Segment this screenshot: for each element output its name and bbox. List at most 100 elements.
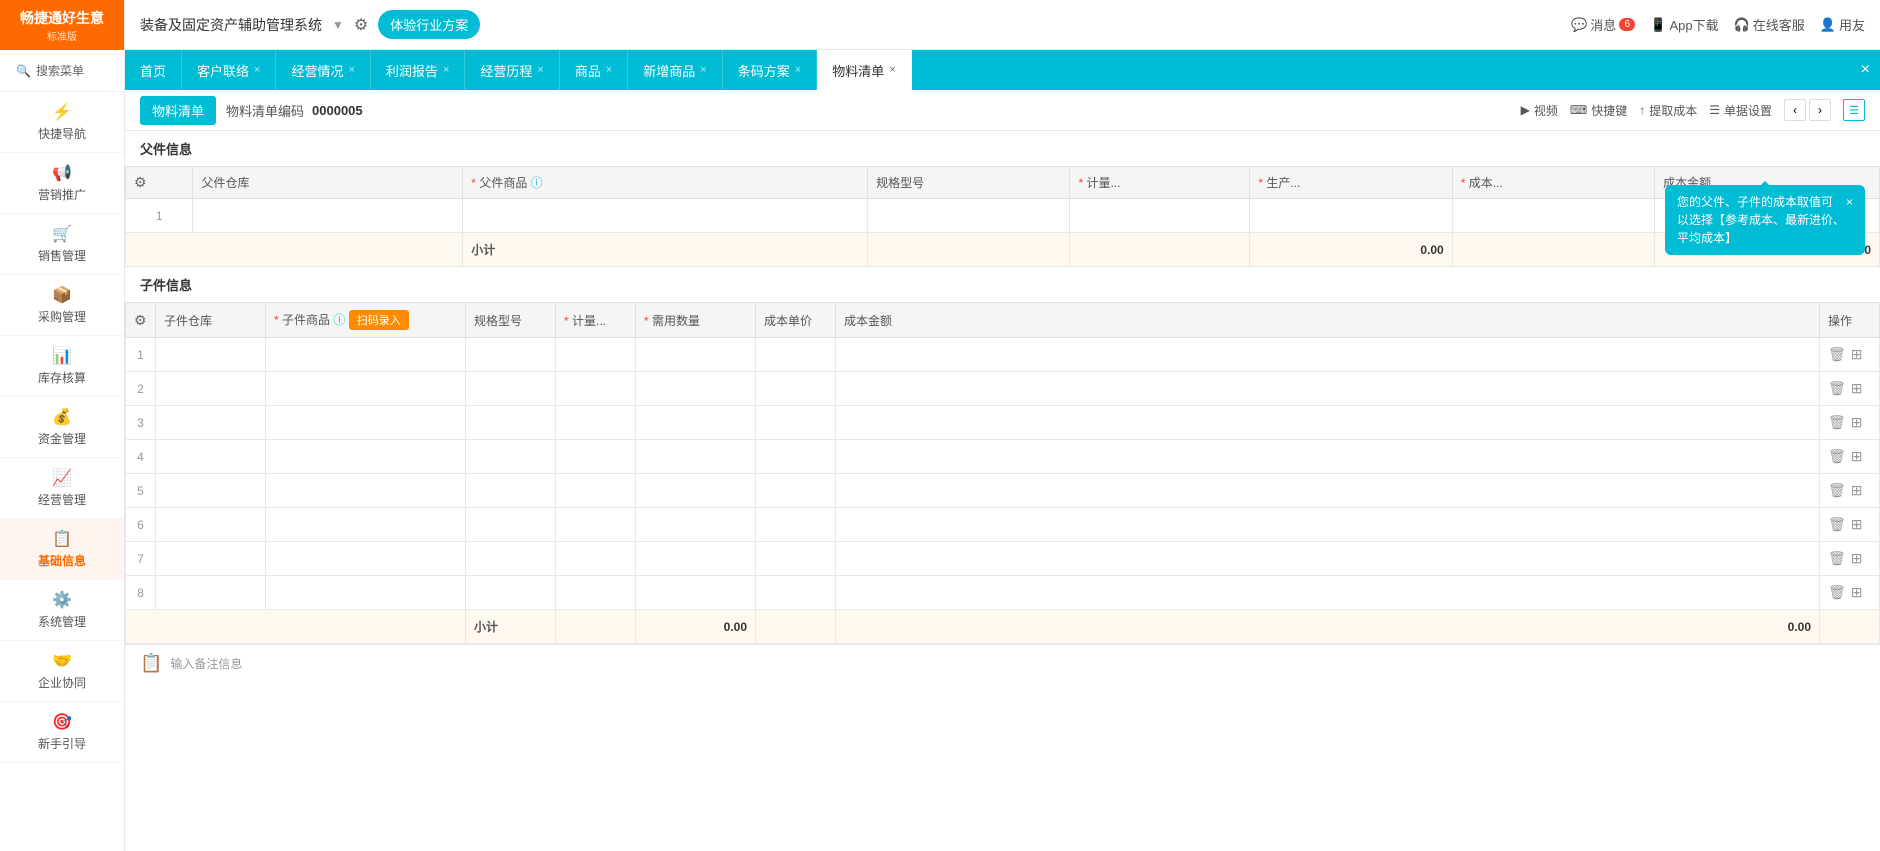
app-download-button[interactable]: 📱 App下载: [1650, 15, 1718, 34]
settings-gear-icon[interactable]: ⚙: [354, 15, 368, 35]
child-qty-cell[interactable]: [636, 542, 756, 576]
parent-production-cell[interactable]: [1250, 199, 1452, 233]
child-warehouse-cell[interactable]: [156, 372, 266, 406]
close-tab-icon[interactable]: ×: [254, 64, 260, 76]
delete-row-icon[interactable]: 🗑: [1828, 550, 1846, 567]
child-measure-cell[interactable]: [556, 576, 636, 610]
copy-row-icon[interactable]: ⊞: [1851, 414, 1863, 431]
child-unitcost-cell[interactable]: [756, 372, 836, 406]
sidebar-item-guide[interactable]: 🎯 新手引导: [0, 702, 124, 763]
grid-view-button[interactable]: ☰: [1843, 99, 1865, 121]
child-product-cell[interactable]: [266, 474, 466, 508]
tab-profit-report[interactable]: 利润报告 ×: [371, 50, 465, 90]
child-measure-cell[interactable]: [556, 406, 636, 440]
sidebar-item-basic[interactable]: 📋 基础信息: [0, 519, 124, 580]
parent-measure-cell[interactable]: [1070, 199, 1250, 233]
child-product-cell[interactable]: [266, 576, 466, 610]
child-product-cell[interactable]: [266, 372, 466, 406]
child-unitcost-cell[interactable]: [756, 406, 836, 440]
copy-row-icon[interactable]: ⊞: [1851, 482, 1863, 499]
copy-row-icon[interactable]: ⊞: [1851, 346, 1863, 363]
child-qty-cell[interactable]: [636, 406, 756, 440]
child-warehouse-cell[interactable]: [156, 576, 266, 610]
child-unitcost-cell[interactable]: [756, 576, 836, 610]
close-tab-icon[interactable]: ×: [537, 64, 543, 76]
tab-barcode-plan[interactable]: 条码方案 ×: [723, 50, 817, 90]
close-tab-icon[interactable]: ×: [443, 64, 449, 76]
child-warehouse-cell[interactable]: [156, 440, 266, 474]
child-unitcost-cell[interactable]: [756, 338, 836, 372]
child-spec-cell[interactable]: [466, 542, 556, 576]
sidebar-item-cooperation[interactable]: 🤝 企业协同: [0, 641, 124, 702]
tab-new-products[interactable]: 新增商品 ×: [628, 50, 722, 90]
child-qty-cell[interactable]: [636, 440, 756, 474]
sidebar-item-purchase[interactable]: 📦 采购管理: [0, 275, 124, 336]
child-unitcost-cell[interactable]: [756, 508, 836, 542]
child-product-cell[interactable]: [266, 508, 466, 542]
child-measure-cell[interactable]: [556, 372, 636, 406]
child-qty-cell[interactable]: [636, 576, 756, 610]
child-spec-cell[interactable]: [466, 474, 556, 508]
child-product-cell[interactable]: [266, 440, 466, 474]
tab-customer[interactable]: 客户联络 ×: [182, 50, 276, 90]
delete-row-icon[interactable]: 🗑: [1828, 516, 1846, 533]
scan-input-button[interactable]: 扫码录入: [349, 310, 409, 330]
child-measure-cell[interactable]: [556, 542, 636, 576]
child-qty-cell[interactable]: [636, 508, 756, 542]
child-spec-cell[interactable]: [466, 372, 556, 406]
child-spec-cell[interactable]: [466, 338, 556, 372]
sidebar-item-system[interactable]: ⚙️ 系统管理: [0, 580, 124, 641]
delete-row-icon[interactable]: 🗑: [1828, 414, 1846, 431]
close-tab-icon[interactable]: ×: [606, 64, 612, 76]
child-warehouse-cell[interactable]: [156, 474, 266, 508]
message-button[interactable]: 💬 消息 6: [1571, 15, 1635, 34]
user-avatar[interactable]: 👤 用友: [1820, 15, 1865, 34]
close-tab-icon[interactable]: ×: [795, 64, 801, 76]
child-product-cell[interactable]: [266, 406, 466, 440]
sidebar-item-finance[interactable]: 💰 资金管理: [0, 397, 124, 458]
next-page-button[interactable]: ›: [1809, 99, 1831, 121]
trial-button[interactable]: 体验行业方案: [378, 10, 480, 39]
sidebar-item-marketing[interactable]: 📢 营销推广: [0, 153, 124, 214]
child-spec-cell[interactable]: [466, 576, 556, 610]
child-measure-cell[interactable]: [556, 474, 636, 508]
single-settings-button[interactable]: ☰ 单据设置: [1709, 102, 1772, 119]
child-measure-cell[interactable]: [556, 508, 636, 542]
child-qty-cell[interactable]: [636, 474, 756, 508]
delete-row-icon[interactable]: 🗑: [1828, 380, 1846, 397]
bottom-icon[interactable]: 📋: [140, 653, 162, 674]
copy-row-icon[interactable]: ⊞: [1851, 448, 1863, 465]
sidebar-item-inventory[interactable]: 📊 库存核算: [0, 336, 124, 397]
tab-operation-history[interactable]: 经营历程 ×: [465, 50, 559, 90]
child-product-cell[interactable]: [266, 338, 466, 372]
shortcut-button[interactable]: ⌨ 快捷键: [1570, 102, 1627, 119]
online-service-button[interactable]: 🎧 在线客服: [1734, 15, 1805, 34]
tab-products[interactable]: 商品 ×: [560, 50, 628, 90]
prev-page-button[interactable]: ‹: [1784, 99, 1806, 121]
child-measure-cell[interactable]: [556, 338, 636, 372]
child-qty-cell[interactable]: [636, 372, 756, 406]
tab-operation-status[interactable]: 经营情况 ×: [276, 50, 370, 90]
extract-cost-button[interactable]: ↑ 提取成本: [1639, 102, 1697, 119]
sub-tab-bom-list[interactable]: 物料清单: [140, 96, 216, 125]
close-all-tabs-icon[interactable]: ×: [1861, 61, 1870, 79]
child-column-settings-icon[interactable]: ⚙: [134, 312, 147, 328]
delete-row-icon[interactable]: 🗑: [1828, 448, 1846, 465]
parent-cost-cell[interactable]: [1452, 199, 1654, 233]
copy-row-icon[interactable]: ⊞: [1851, 516, 1863, 533]
copy-row-icon[interactable]: ⊞: [1851, 550, 1863, 567]
parent-spec-cell[interactable]: [868, 199, 1070, 233]
child-unitcost-cell[interactable]: [756, 474, 836, 508]
child-warehouse-cell[interactable]: [156, 406, 266, 440]
child-unitcost-cell[interactable]: [756, 440, 836, 474]
close-bom-tab-icon[interactable]: ×: [889, 64, 895, 76]
tooltip-close-button[interactable]: ×: [1846, 193, 1853, 211]
search-menu-button[interactable]: 🔍 搜索菜单: [10, 58, 114, 83]
tab-bom-list[interactable]: 物料清单 ×: [817, 50, 911, 90]
parent-product-cell[interactable]: [463, 199, 868, 233]
tab-home[interactable]: 首页: [125, 50, 182, 90]
close-tab-icon[interactable]: ×: [700, 64, 706, 76]
parent-warehouse-cell[interactable]: [193, 199, 463, 233]
child-warehouse-cell[interactable]: [156, 338, 266, 372]
close-tab-icon[interactable]: ×: [348, 64, 354, 76]
